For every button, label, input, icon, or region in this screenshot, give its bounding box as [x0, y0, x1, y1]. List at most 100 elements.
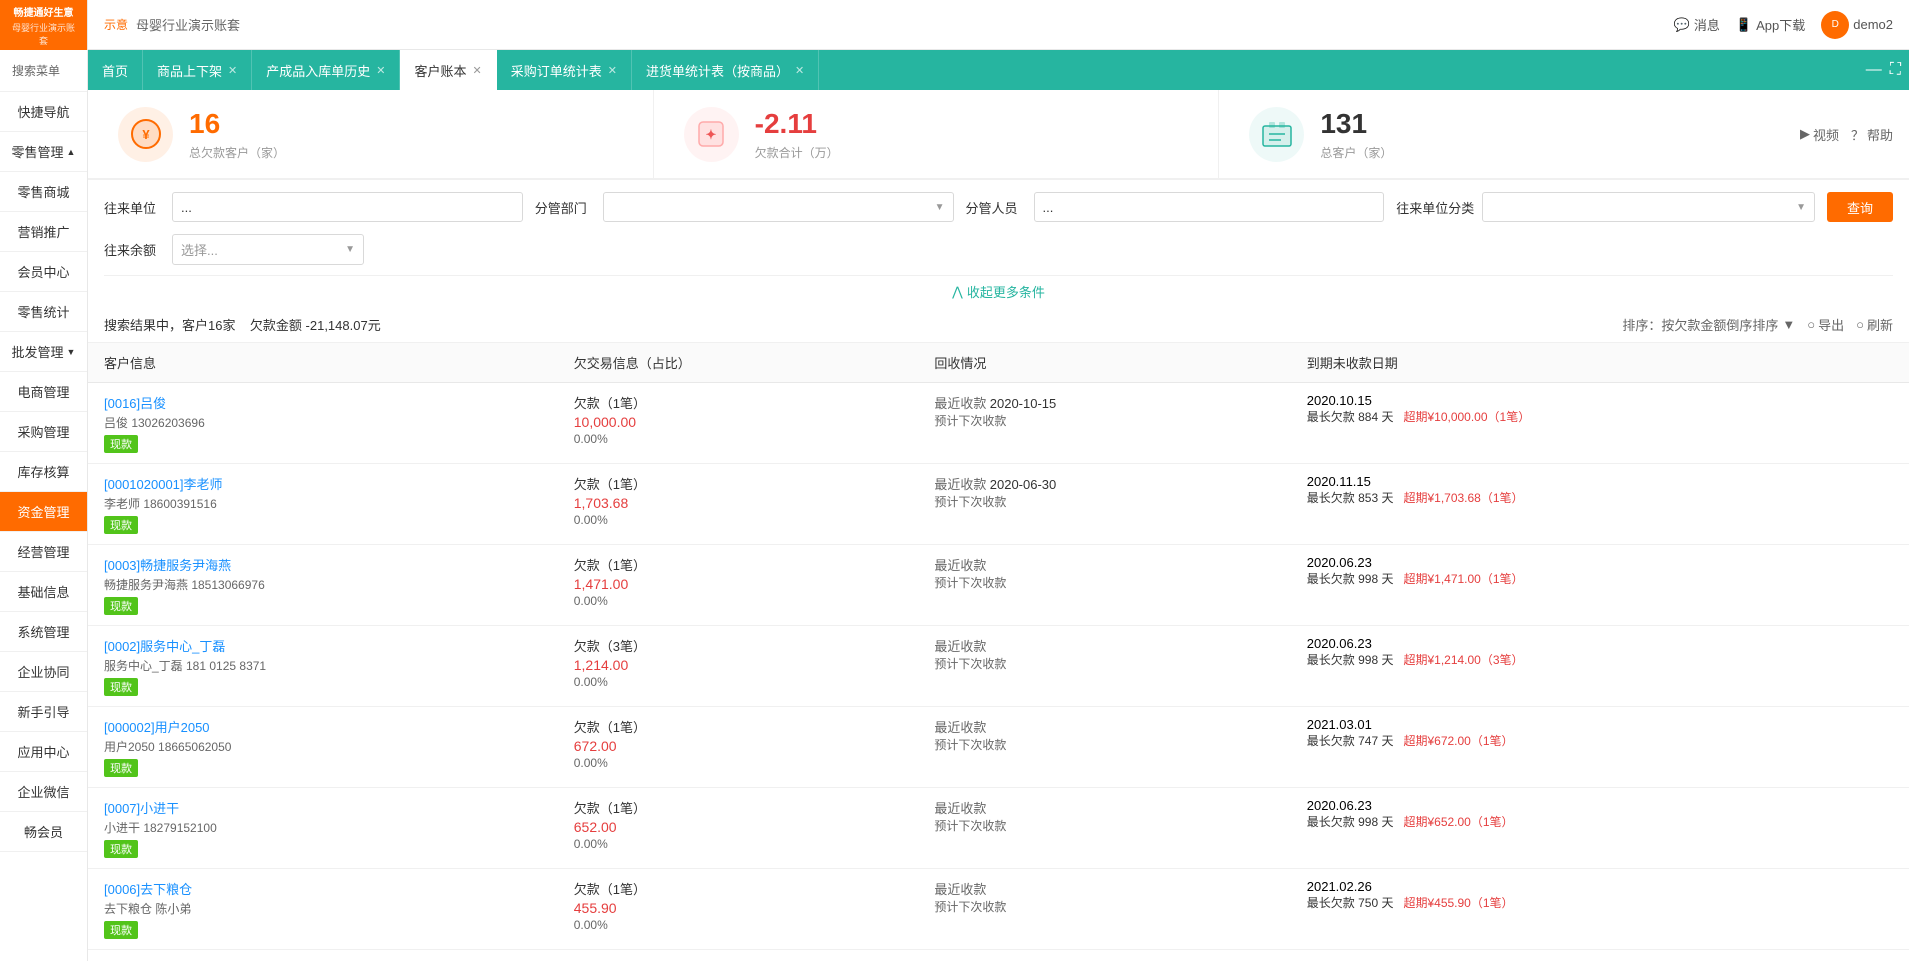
tab-close-icon[interactable]: ✕: [376, 64, 385, 77]
sidebar-item-basic-info[interactable]: 基础信息: [0, 572, 87, 612]
customer-name-link[interactable]: [000002]用户2050: [104, 717, 542, 736]
sidebar-item-retail-stats[interactable]: 零售统计: [0, 292, 87, 332]
tab-minimize-button[interactable]: —: [1866, 61, 1882, 79]
source-unit-input[interactable]: ...: [172, 192, 523, 222]
due-date-cell: 2020.06.23 最长欠款 998 天 超期¥652.00（1笔）: [1291, 788, 1909, 869]
department-select[interactable]: ▼: [603, 192, 954, 222]
search-menu-label[interactable]: 搜索菜单: [6, 58, 81, 83]
due-date-cell: 2020.12.30 最长欠款 808 天 超期¥429.00（1笔）: [1291, 950, 1909, 961]
customer-table: 客户信息 欠交易信息（占比） 回收情况 到期未收款日期 [0016]吕俊 吕俊 …: [88, 343, 1909, 961]
sidebar-item-member[interactable]: 会员中心: [0, 252, 87, 292]
help-link[interactable]: ？ 帮助: [1851, 125, 1893, 144]
debt-amount[interactable]: 1,214.00: [574, 657, 903, 673]
tab-maximize-button[interactable]: ⛶: [1890, 61, 1901, 79]
customer-tag: 现款: [104, 921, 138, 939]
sidebar-item-collab[interactable]: 企业协同: [0, 652, 87, 692]
customer-name-link[interactable]: [0006]去下粮仓: [104, 879, 542, 898]
sidebar-item-finance[interactable]: 资金管理: [0, 492, 87, 532]
customer-info-cell: [0016]吕俊 吕俊 13026203696 现款: [88, 383, 558, 464]
customer-phone: 服务中心_丁磊 181 0125 8371: [104, 657, 542, 674]
tab-finished-goods[interactable]: 产成品入库单历史 ✕: [252, 50, 400, 90]
customer-name-link[interactable]: [0007]小进干: [104, 798, 542, 817]
svg-text:¥: ¥: [142, 127, 150, 142]
sidebar-item-marketing[interactable]: 营销推广: [0, 212, 87, 252]
sidebar-item-quick-nav[interactable]: 快捷导航: [0, 92, 87, 132]
total-customers-info: 131 总客户（家）: [1320, 108, 1754, 161]
manager-label: 分管人员: [966, 198, 1026, 217]
tab-close-icon[interactable]: ✕: [608, 64, 617, 77]
overdue-amount-link[interactable]: 超期¥1,703.68（1笔）: [1403, 491, 1523, 505]
overdue-amount-link[interactable]: 超期¥672.00（1笔）: [1403, 734, 1513, 748]
debt-count: 欠款（1笔）: [574, 393, 903, 412]
latest-collection: 最近收款 2020-10-15: [934, 393, 1274, 412]
sidebar-item-retail-mgmt[interactable]: 零售管理 ▲: [0, 132, 87, 172]
query-button[interactable]: 查询: [1827, 192, 1893, 222]
total-customers-icon: [1249, 107, 1304, 162]
overdue-amount-link[interactable]: 超期¥652.00（1笔）: [1403, 815, 1513, 829]
results-info: 搜索结果中，客户16家 欠款金额 -21,148.07元: [104, 315, 381, 334]
sidebar-item-newbie[interactable]: 新手引导: [0, 692, 87, 732]
overdue-amount-link[interactable]: 超期¥1,471.00（1笔）: [1403, 572, 1523, 586]
latest-date: 2020-10-15: [990, 396, 1057, 411]
customer-phone: 去下粮仓 陈小弟: [104, 900, 542, 917]
message-icon: 💬: [1674, 17, 1690, 33]
debt-amount[interactable]: 652.00: [574, 819, 903, 835]
app-download-button[interactable]: 📱 App下载: [1736, 15, 1805, 34]
tab-close-icon[interactable]: ✕: [795, 64, 804, 77]
tab-close-icon[interactable]: ✕: [228, 64, 237, 77]
overdue-amount-link[interactable]: 超期¥1,214.00（3笔）: [1403, 653, 1523, 667]
refresh-button[interactable]: ○ 刷新: [1856, 315, 1893, 334]
collapse-filter-button[interactable]: ⋀ 收起更多条件: [104, 275, 1893, 307]
tab-purchase-stats-by-product[interactable]: 进货单统计表（按商品） ✕: [632, 50, 819, 90]
debt-info-cell: 欠款（1笔） 1,471.00 0.00%: [558, 545, 919, 626]
debt-info-cell: 欠款（1笔） 1,703.68 0.00%: [558, 464, 919, 545]
next-collection: 预计下次收款: [934, 412, 1274, 429]
debt-amount[interactable]: 10,000.00: [574, 414, 903, 430]
chevron-down-icon: ▲: [67, 147, 76, 157]
results-bar: 搜索结果中，客户16家 欠款金额 -21,148.07元 排序：按欠款金额倒序排…: [88, 307, 1909, 343]
overdue-amount-link[interactable]: 超期¥10,000.00（1笔）: [1403, 410, 1530, 424]
brand-link[interactable]: 示意: [104, 16, 128, 33]
customer-name-link[interactable]: [0002]服务中心_丁磊: [104, 636, 542, 655]
export-button[interactable]: ○ 导出: [1807, 315, 1844, 334]
video-link[interactable]: ▶ 视频: [1800, 125, 1839, 144]
customer-name-link[interactable]: [0001020001]李老师: [104, 474, 542, 493]
overdue-amount-link[interactable]: 超期¥455.90（1笔）: [1403, 896, 1513, 910]
tab-product-listing[interactable]: 商品上下架 ✕: [143, 50, 252, 90]
tab-customer-ledger[interactable]: 客户账本 ✕: [400, 50, 496, 90]
sidebar-item-chang-member[interactable]: 畅会员: [0, 812, 87, 852]
customer-tag: 现款: [104, 759, 138, 777]
user-menu[interactable]: D demo2: [1821, 11, 1893, 39]
search-menu[interactable]: 搜索菜单: [0, 50, 87, 92]
debt-amount[interactable]: 1,703.68: [574, 495, 903, 511]
debt-amount[interactable]: 1,471.00: [574, 576, 903, 592]
due-date: 2020.06.23: [1307, 798, 1893, 813]
sidebar-item-app-center[interactable]: 应用中心: [0, 732, 87, 772]
filter-row-2: 往来余额 选择... ▼: [104, 234, 1893, 265]
due-date-cell: 2020.11.15 最长欠款 853 天 超期¥1,703.68（1笔）: [1291, 464, 1909, 545]
unit-category-select[interactable]: ▼: [1482, 192, 1815, 222]
tab-purchase-order-stats[interactable]: 采购订单统计表 ✕: [497, 50, 632, 90]
chevron-down-icon: ▼: [1796, 202, 1806, 213]
tab-home[interactable]: 首页: [88, 50, 143, 90]
due-date: 2020.11.15: [1307, 474, 1893, 489]
sidebar-item-wholesale-mgmt[interactable]: 批发管理 ▼: [0, 332, 87, 372]
sidebar-item-ecommerce[interactable]: 电商管理: [0, 372, 87, 412]
customer-name-link[interactable]: [0003]畅捷服务尹海燕: [104, 555, 542, 574]
sidebar-item-enterprise-wechat[interactable]: 企业微信: [0, 772, 87, 812]
message-button[interactable]: 💬 消息: [1674, 15, 1720, 34]
sort-dropdown[interactable]: 排序：按欠款金额倒序排序 ▼: [1622, 315, 1795, 334]
customer-info-cell: [000001]黄思源 黄思源 13552700226 现款: [88, 950, 558, 961]
video-icon: ▶: [1800, 126, 1810, 142]
debt-amount[interactable]: 455.90: [574, 900, 903, 916]
tab-close-icon[interactable]: ✕: [473, 64, 482, 77]
debt-amount[interactable]: 672.00: [574, 738, 903, 754]
customer-name-link[interactable]: [0016]吕俊: [104, 393, 542, 412]
manager-input[interactable]: ...: [1034, 192, 1385, 222]
sidebar-item-retail-mall[interactable]: 零售商城: [0, 172, 87, 212]
balance-select[interactable]: 选择... ▼: [172, 234, 364, 265]
sidebar-item-operations[interactable]: 经营管理: [0, 532, 87, 572]
sidebar-item-inventory[interactable]: 库存核算: [0, 452, 87, 492]
sidebar-item-system[interactable]: 系统管理: [0, 612, 87, 652]
sidebar-item-procurement[interactable]: 采购管理: [0, 412, 87, 452]
